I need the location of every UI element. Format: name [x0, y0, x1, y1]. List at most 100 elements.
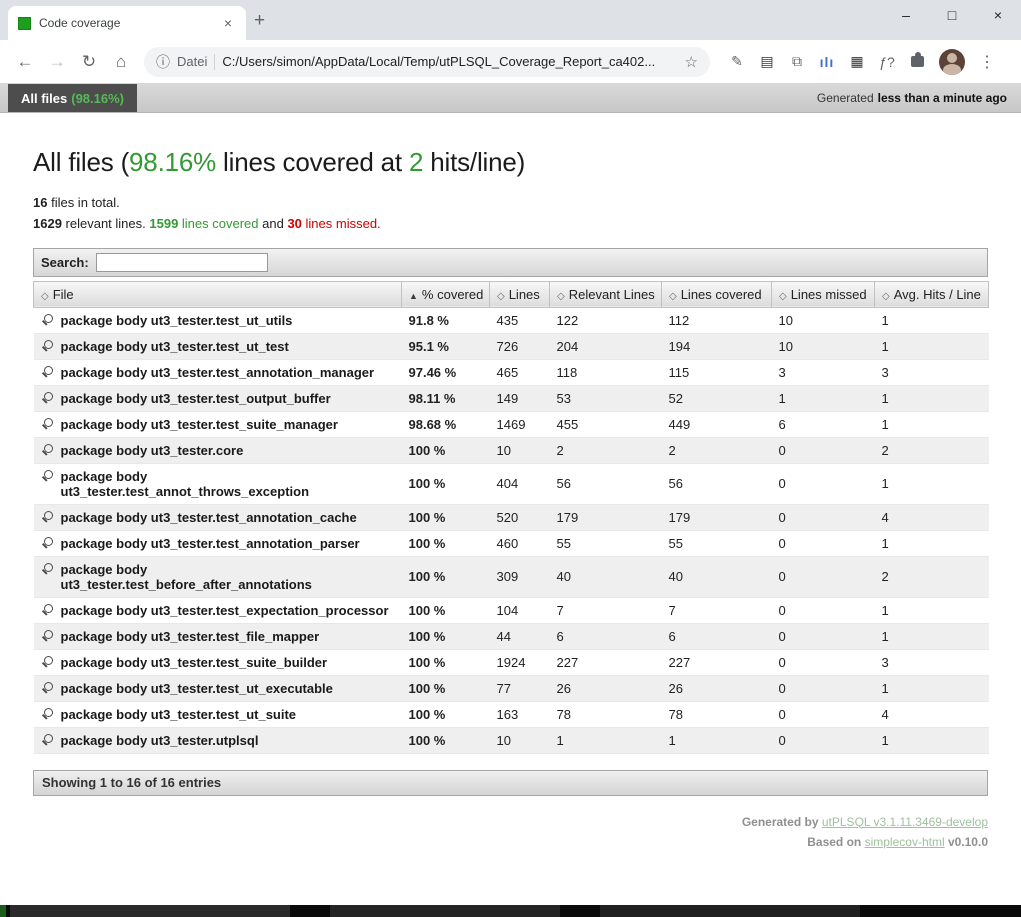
capture-extension-icon[interactable]: ⧉ [782, 53, 812, 70]
column-header-relevant-lines[interactable]: ◇Relevant Lines [550, 281, 662, 307]
file-link[interactable]: package body ut3_tester.test_file_mapper [41, 629, 395, 644]
table-row[interactable]: package body ut3_tester.test_ut_test 95.… [34, 333, 989, 359]
file-name: package body ut3_tester.test_output_buff… [61, 391, 331, 406]
sort-icon: ◇ [557, 291, 565, 302]
address-bar[interactable]: ⓘ Datei C:/Users/simon/AppData/Local/Tem… [144, 47, 710, 77]
file-link[interactable]: package body ut3_tester.test_suite_build… [41, 655, 395, 670]
file-link[interactable]: package body ut3_tester.test_annotation_… [41, 536, 395, 551]
bookmark-star-icon[interactable]: ☆ [685, 53, 698, 71]
relevant-lines-value: 122 [550, 307, 662, 333]
package-extension-icon[interactable]: ▦ [842, 53, 872, 70]
file-link[interactable]: package body ut3_tester.test_ut_utils [41, 313, 395, 328]
lines-missed-text: 30 lines missed. [287, 216, 380, 231]
stats-extension-icon[interactable]: ılı [812, 54, 842, 70]
file-link[interactable]: package body ut3_tester.test_suite_manag… [41, 417, 395, 432]
file-link[interactable]: package body ut3_tester.test_ut_executab… [41, 681, 395, 696]
profile-avatar[interactable] [939, 49, 965, 75]
file-link[interactable]: package body ut3_tester.test_output_buff… [41, 391, 395, 406]
lines-covered-value: 6 [662, 623, 772, 649]
lines-covered-value: 55 [662, 530, 772, 556]
minimize-button[interactable]: – [883, 0, 929, 30]
lines-value: 163 [490, 701, 550, 727]
summary-stats: 16 files in total. 1629 relevant lines. … [33, 193, 988, 235]
avg-hits-value: 1 [875, 530, 989, 556]
file-link[interactable]: package body ut3_tester.utplsql [41, 733, 395, 748]
avg-hits-value: 1 [875, 727, 989, 753]
home-icon[interactable]: ⌂ [106, 52, 136, 72]
lines-value: 1924 [490, 649, 550, 675]
lines-value: 104 [490, 597, 550, 623]
file-link[interactable]: package body ut3_tester.test_ut_test [41, 339, 395, 354]
new-tab-button[interactable]: + [246, 10, 275, 40]
lines-value: 44 [490, 623, 550, 649]
file-link[interactable]: package body ut3_tester.test_annotation_… [41, 510, 395, 525]
simplecov-html-link[interactable]: simplecov-html [865, 835, 945, 849]
lines-missed-value: 0 [772, 727, 875, 753]
showing-entries-bar: Showing 1 to 16 of 16 entries [33, 770, 988, 796]
lines-covered-text: 1599 lines covered [149, 216, 258, 231]
search-input[interactable] [96, 253, 268, 272]
forward-icon[interactable]: → [42, 52, 72, 72]
lines-value: 465 [490, 359, 550, 385]
table-row[interactable]: package body ut3_tester.test_annotation_… [34, 504, 989, 530]
reload-icon[interactable]: ↻ [74, 52, 104, 72]
omnibox-separator [214, 54, 215, 70]
table-row[interactable]: package body ut3_tester.test_ut_suite 10… [34, 701, 989, 727]
relevant-lines-value: 56 [550, 463, 662, 504]
column-header-lines-covered[interactable]: ◇Lines covered [662, 281, 772, 307]
back-icon[interactable]: ← [10, 52, 40, 72]
file-link[interactable]: package body ut3_tester.test_before_afte… [41, 562, 395, 592]
browser-tab-strip: Code coverage × + – □ × [0, 0, 1021, 40]
signature-extension-icon[interactable]: ✎ [722, 53, 752, 70]
lines-missed-value: 3 [772, 359, 875, 385]
table-row[interactable]: package body ut3_tester.test_before_afte… [34, 556, 989, 597]
table-row[interactable]: package body ut3_tester.test_ut_utils 91… [34, 307, 989, 333]
url-text[interactable]: C:/Users/simon/AppData/Local/Temp/utPLSQ… [222, 54, 677, 69]
generated-timestamp: Generated less than a minute ago [817, 84, 1021, 112]
browser-tab[interactable]: Code coverage × [8, 6, 246, 40]
file-link[interactable]: package body ut3_tester.test_ut_suite [41, 707, 395, 722]
close-button[interactable]: × [975, 0, 1021, 30]
page-info-icon[interactable]: ⓘ [156, 52, 170, 72]
table-row[interactable]: package body ut3_tester.test_annot_throw… [34, 463, 989, 504]
table-row[interactable]: package body ut3_tester.utplsql 100 % 10… [34, 727, 989, 753]
table-row[interactable]: package body ut3_tester.test_annotation_… [34, 359, 989, 385]
file-link[interactable]: package body ut3_tester.test_annot_throw… [41, 469, 395, 499]
column-header-lines-missed[interactable]: ◇Lines missed [772, 281, 875, 307]
file-link[interactable]: package body ut3_tester.core [41, 443, 395, 458]
extensions-puzzle-icon[interactable] [911, 56, 924, 67]
extension-icons: ✎ ▤ ⧉ ılı ▦ ƒ? ⋮ [722, 49, 1003, 75]
lines-summary-line: 1629 relevant lines. 1599 lines covered … [33, 214, 988, 235]
lines-missed-value: 1 [772, 385, 875, 411]
tab-close-icon[interactable]: × [220, 14, 236, 32]
lines-covered-value: 2 [662, 437, 772, 463]
lines-missed-value: 0 [772, 675, 875, 701]
column-header-percent-covered[interactable]: ▲% covered [402, 281, 490, 307]
table-row[interactable]: package body ut3_tester.test_expectation… [34, 597, 989, 623]
sort-icon: ◇ [497, 291, 505, 302]
tab-all-files[interactable]: All files (98.16%) [8, 84, 137, 112]
utplsql-version-link[interactable]: utPLSQL v3.1.11.3469-develop [822, 815, 988, 829]
file-name: package body ut3_tester.test_annotation_… [61, 510, 357, 525]
table-row[interactable]: package body ut3_tester.test_output_buff… [34, 385, 989, 411]
column-header-file[interactable]: ◇File [34, 281, 402, 307]
maximize-button[interactable]: □ [929, 0, 975, 30]
table-row[interactable]: package body ut3_tester.test_ut_executab… [34, 675, 989, 701]
table-row[interactable]: package body ut3_tester.test_suite_build… [34, 649, 989, 675]
file-link[interactable]: package body ut3_tester.test_annotation_… [41, 365, 395, 380]
browser-menu-icon[interactable]: ⋮ [971, 52, 1003, 72]
table-row[interactable]: package body ut3_tester.test_file_mapper… [34, 623, 989, 649]
table-row[interactable]: package body ut3_tester.core 100 % 10 2 … [34, 437, 989, 463]
lines-value: 404 [490, 463, 550, 504]
pdf-extension-icon[interactable]: ▤ [752, 53, 782, 70]
function-extension-icon[interactable]: ƒ? [872, 54, 902, 70]
sort-icon: ◇ [779, 291, 787, 302]
column-header-avg-hits[interactable]: ◇Avg. Hits / Line [875, 281, 989, 307]
file-link[interactable]: package body ut3_tester.test_expectation… [41, 603, 395, 618]
column-header-lines[interactable]: ◇Lines [490, 281, 550, 307]
table-row[interactable]: package body ut3_tester.test_annotation_… [34, 530, 989, 556]
table-row[interactable]: package body ut3_tester.test_suite_manag… [34, 411, 989, 437]
percent-covered-value: 100 % [402, 530, 490, 556]
file-name: package body ut3_tester.test_annotation_… [61, 536, 360, 551]
percent-covered-value: 100 % [402, 463, 490, 504]
